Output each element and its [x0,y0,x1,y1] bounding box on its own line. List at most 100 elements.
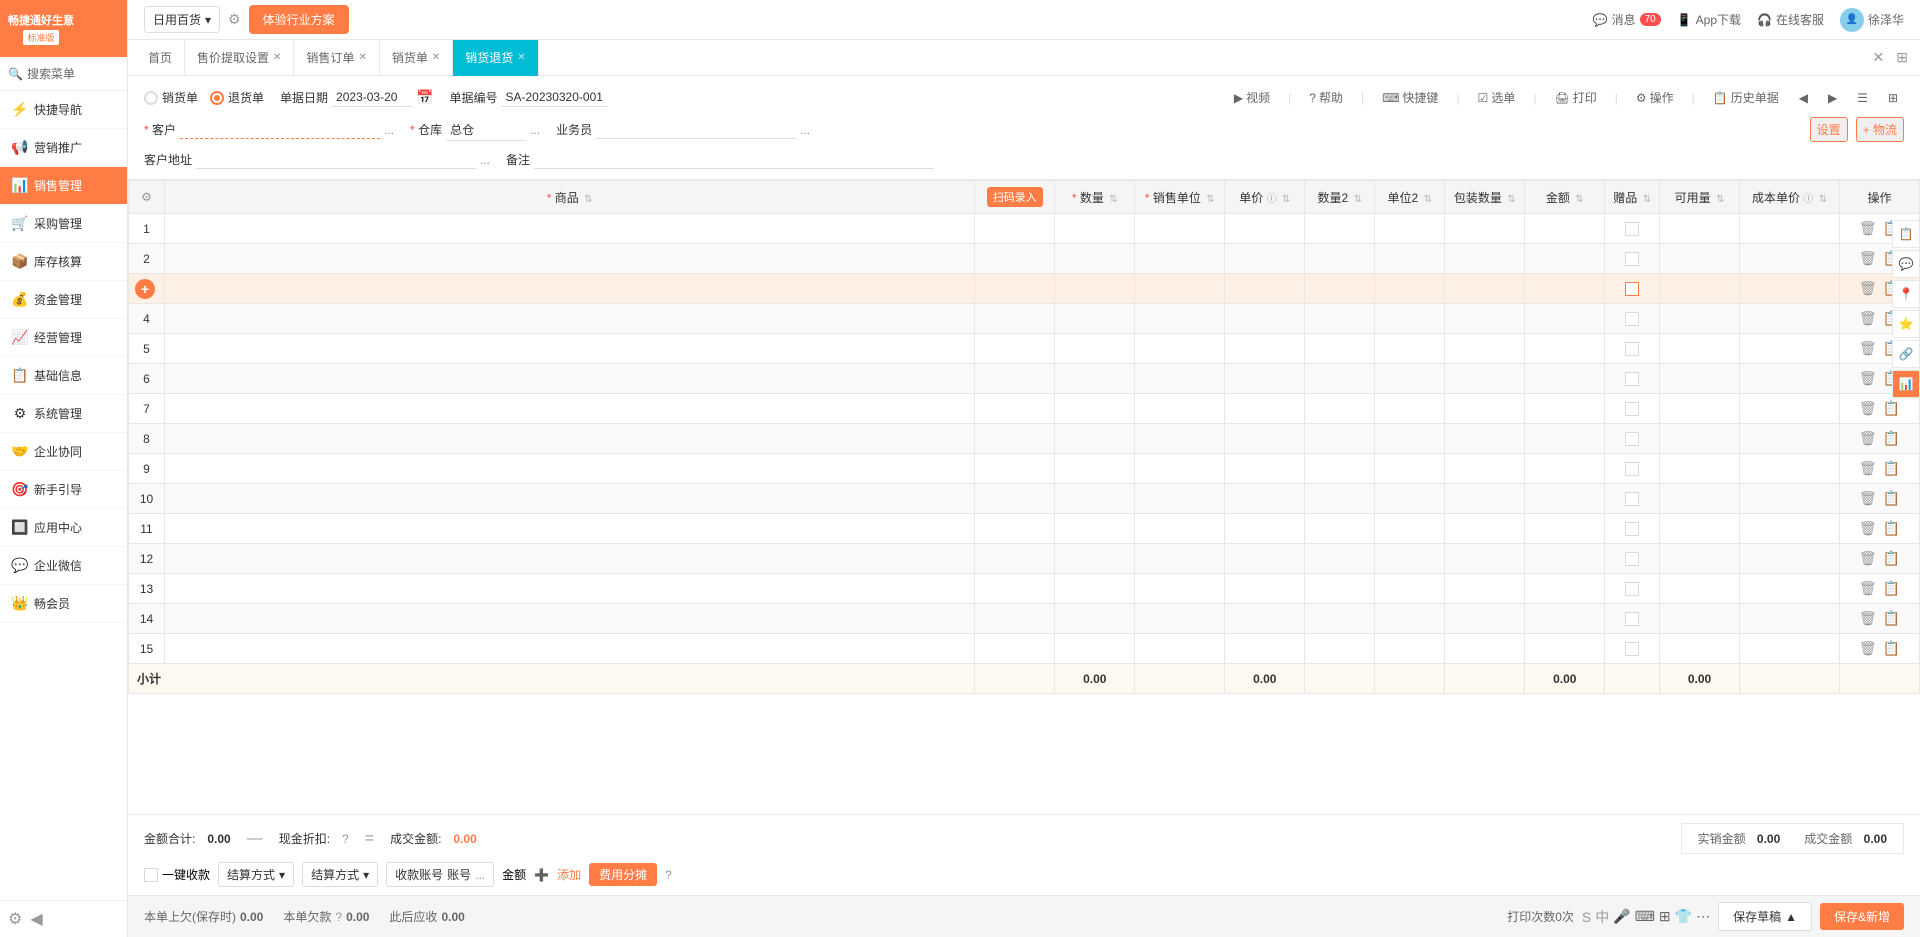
fee-split-button[interactable]: 费用分摊 [589,863,657,886]
gift-cell-2[interactable] [1605,244,1660,274]
cost-info-icon[interactable]: ⓘ [1803,194,1813,205]
sidebar-item-newbie[interactable]: 🎯 新手引导 [0,471,127,509]
qty2-sort-icon[interactable]: ⇅ [1354,194,1362,205]
cost-cell-2[interactable] [1740,244,1840,274]
unit2-cell-1[interactable] [1375,214,1445,244]
gift-checkbox[interactable] [1625,582,1639,596]
app-logo[interactable]: 畅捷通好生意 标准版 [0,0,127,57]
copy-btn[interactable]: 📋 [1883,460,1900,477]
industry-selector[interactable]: 日用百货 ▾ [144,6,220,33]
save-draft-button[interactable]: 保存草稿 ▲ [1718,902,1812,931]
gift-checkbox[interactable] [1625,492,1639,506]
sidebar-item-inventory[interactable]: 📦 库存核算 [0,243,127,281]
radio-return[interactable]: 退货单 [210,89,264,106]
price-cell-2[interactable] [1225,244,1305,274]
header-gear-icon[interactable]: ⚙ [228,11,241,28]
right-btn-5[interactable]: 🔗 [1892,340,1920,368]
collapse-icon[interactable]: ◀ [30,909,42,929]
delete-btn-3[interactable]: 🗑 [1859,280,1877,297]
sidebar-item-marketing[interactable]: 📢 营销推广 [0,129,127,167]
copy-btn[interactable]: 📋 [1883,550,1900,567]
gift-checkbox[interactable] [1625,312,1639,326]
fee-help-icon[interactable]: ? [665,868,672,882]
view-grid-btn[interactable]: ⊞ [1882,88,1904,108]
gift-checkbox-1[interactable] [1625,222,1639,236]
amount-cell-3[interactable] [1525,274,1605,304]
logistics-button[interactable]: + 物流 [1856,117,1904,142]
goods-input-3[interactable] [171,282,968,296]
right-btn-3[interactable]: 📍 [1892,280,1920,308]
sidebar-item-system[interactable]: ⚙ 系统管理 [0,395,127,433]
sidebar-item-basic[interactable]: 📋 基础信息 [0,357,127,395]
add-row-button[interactable]: + [135,279,155,299]
settings-button[interactable]: 设置 [1810,117,1848,142]
available-sort-icon[interactable]: ⇅ [1716,194,1724,205]
payment-checkbox[interactable] [144,868,158,882]
right-btn-1[interactable]: 📋 [1892,220,1920,248]
qty2-cell-2[interactable] [1305,244,1375,274]
sidebar-item-operations[interactable]: 📈 经营管理 [0,319,127,357]
bank-account-select[interactable]: 收款账号 账号 ... [386,862,494,887]
tab-sales-delivery-close[interactable]: ✕ [432,52,440,63]
history-btn[interactable]: 📋 历史单据 [1707,86,1785,109]
qty-cell-2[interactable] [1055,244,1135,274]
address-input[interactable] [196,150,476,169]
user-item[interactable]: 👤 徐泽华 [1840,8,1904,32]
print-btn[interactable]: 🖨 打印 [1548,86,1602,109]
next-btn[interactable]: ▶ [1822,88,1843,108]
copy-btn[interactable]: 📋 [1883,490,1900,507]
debt-help-icon[interactable]: ? [335,910,342,924]
tab-close-all-icon[interactable]: ✕ [1869,45,1889,70]
goods-cell-1[interactable] [165,214,975,244]
delete-btn[interactable]: 🗑 [1859,460,1877,477]
gift-checkbox[interactable] [1625,522,1639,536]
delete-btn[interactable]: 🗑 [1859,520,1877,537]
gift-checkbox[interactable] [1625,432,1639,446]
sidebar-search[interactable]: 🔍 搜索菜单 [0,57,127,91]
settings-bottom-icon[interactable]: ⚙ [8,909,22,929]
delete-btn-2[interactable]: 🗑 [1859,250,1877,267]
select-btn[interactable]: ☑ 选单 [1472,86,1522,109]
salesperson-input[interactable] [596,120,796,139]
package-sort-icon[interactable]: ⇅ [1507,194,1515,205]
qty2-cell-1[interactable] [1305,214,1375,244]
prev-btn[interactable]: ◀ [1793,88,1814,108]
pkg-cell-1[interactable] [1445,214,1525,244]
try-button[interactable]: 体验行业方案 [249,5,349,34]
message-item[interactable]: 💬 消息 70 [1593,11,1661,28]
gift-checkbox[interactable] [1625,462,1639,476]
video-btn[interactable]: ▶ 视频 [1228,86,1276,109]
unit2-cell-2[interactable] [1375,244,1445,274]
gift-sort-icon[interactable]: ⇅ [1643,194,1651,205]
cost-cell-3[interactable] [1740,274,1840,304]
tab-menu-icon[interactable]: ⊞ [1892,45,1912,70]
gift-cell-3[interactable] [1605,274,1660,304]
cost-sort-icon[interactable]: ⇅ [1819,194,1827,205]
qty-cell-1[interactable] [1055,214,1135,244]
settings-col-icon[interactable]: ⚙ [141,190,152,204]
dots-icon[interactable]: ... [475,868,485,882]
calculation-select[interactable]: 结算方式 ▾ [302,862,378,887]
scan-button[interactable]: 扫码录入 [987,187,1043,207]
delete-btn[interactable]: 🗑 [1859,430,1877,447]
mic-icon[interactable]: 🎤 [1613,908,1630,925]
tab-sales-return[interactable]: 销货退货 ✕ [453,40,538,76]
delete-btn[interactable]: 🗑 [1859,580,1877,597]
warehouse-dots[interactable]: ... [530,123,540,137]
sidebar-item-member[interactable]: 👑 畅会员 [0,585,127,623]
sidebar-item-wechat[interactable]: 💬 企业微信 [0,547,127,585]
gift-checkbox[interactable] [1625,552,1639,566]
add-icon[interactable]: ➕ [534,868,549,882]
price-info-icon[interactable]: ⓘ [1267,194,1277,205]
tab-sales-order-close[interactable]: ✕ [358,52,366,63]
goods-cell-3[interactable] [165,274,975,304]
more-icon[interactable]: ⋯ [1696,908,1710,925]
remarks-input[interactable] [534,150,934,169]
keyboard2-icon[interactable]: ⌨ [1635,908,1655,925]
gift-checkbox[interactable] [1625,612,1639,626]
salesperson-dots[interactable]: ... [800,123,810,137]
settlement-select[interactable]: 结算方式 ▾ [218,862,294,887]
app-download-item[interactable]: 📱 App下载 [1677,11,1741,28]
price-cell-1[interactable] [1225,214,1305,244]
unit-cell-2[interactable] [1135,244,1225,274]
